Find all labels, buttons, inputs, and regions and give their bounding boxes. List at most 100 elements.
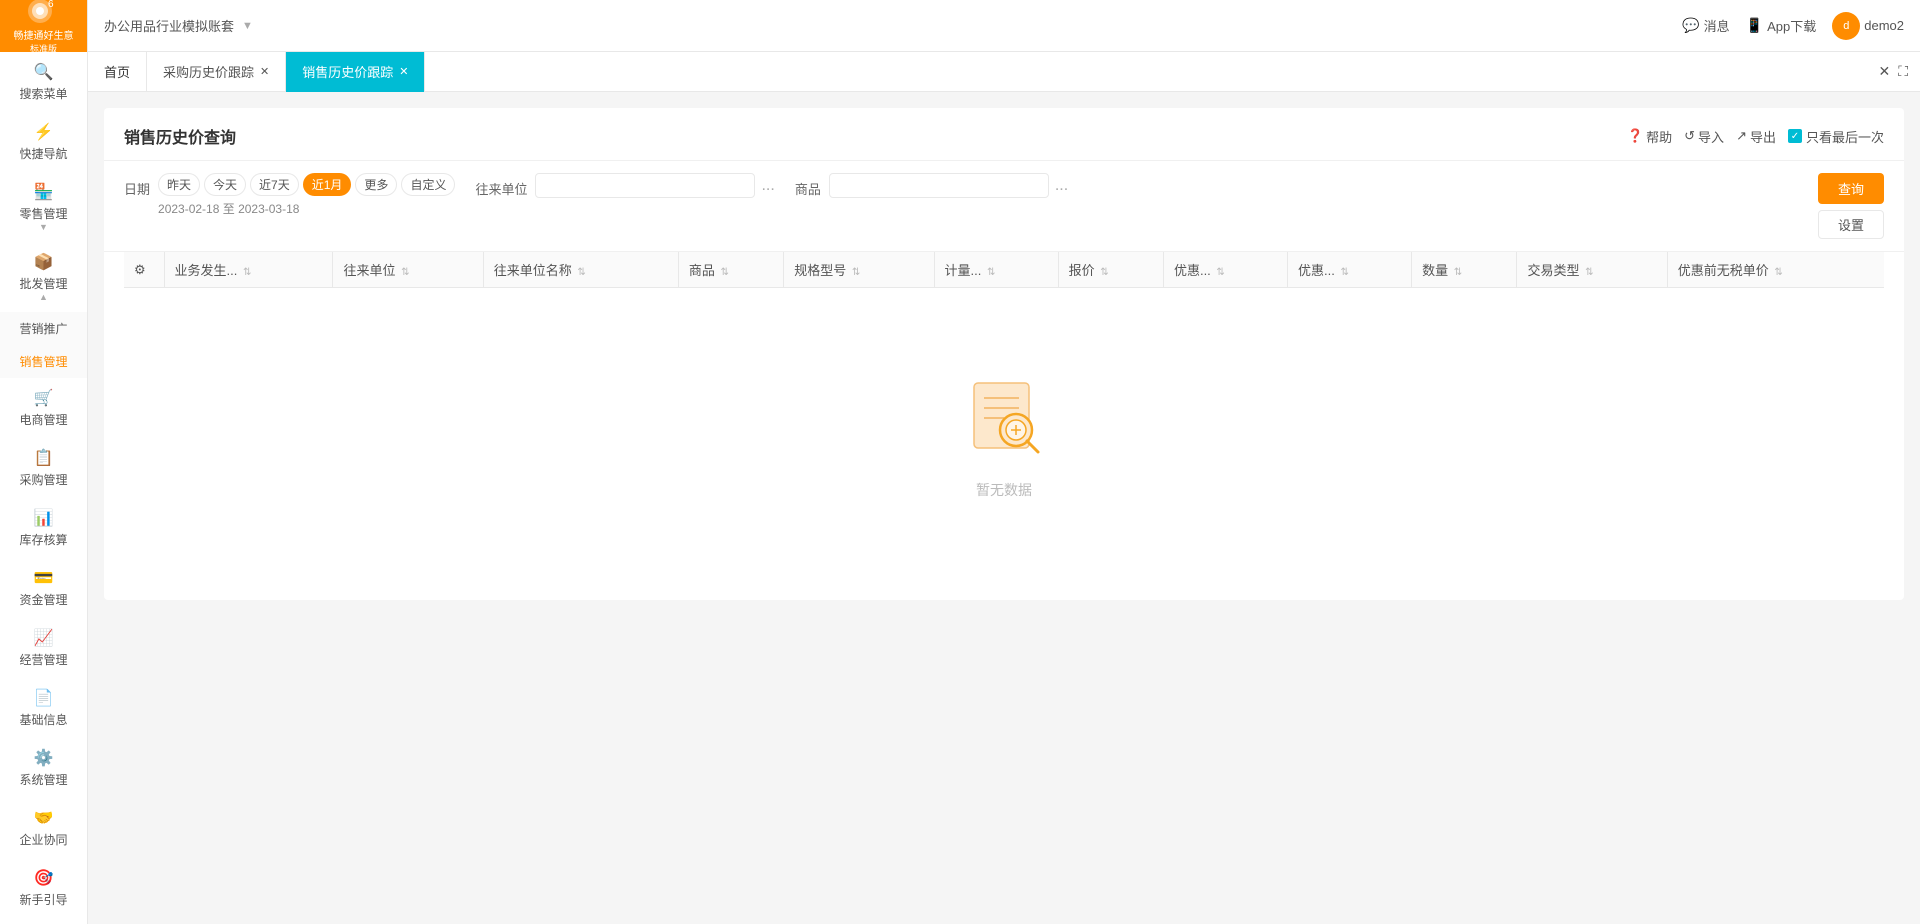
page-actions: ❓ 帮助 ↺ 导入 ↗ 导出 ✓ 只看最后一次 [1627,127,1884,146]
date-btn-more[interactable]: 更多 [355,173,397,196]
sidebar-item-shortcut[interactable]: ⚡ 快捷导航 [0,112,88,172]
query-button[interactable]: 查询 [1818,173,1884,204]
sidebar-label-finance: 资金管理 [19,591,67,608]
help-btn[interactable]: ❓ 帮助 [1627,127,1672,146]
topbar-dropdown-icon[interactable]: ▼ [242,20,253,32]
filter-partner-dots[interactable]: ... [761,177,774,195]
sidebar-sub-wholesale: 营销推广 销售管理 [0,312,88,378]
search-icon: 🔍 [34,62,54,82]
filter-partner-input[interactable] [535,173,755,198]
filter-goods-dots[interactable]: ... [1055,177,1068,195]
sidebar-item-ecommerce[interactable]: 🛒 电商管理 [0,378,88,438]
sort-icon-partner: ⇅ [401,267,409,278]
gear-icon: ⚙ [134,262,146,277]
table-col-discount-rate[interactable]: 优惠... ⇅ [1163,252,1287,288]
finance-icon: 💳 [34,568,54,588]
table-col-unit[interactable]: 计量... ⇅ [934,252,1058,288]
export-btn[interactable]: ↗ 导出 [1736,127,1776,146]
only-last-label: 只看最后一次 [1806,127,1884,146]
date-btn-yesterday[interactable]: 昨天 [158,173,200,196]
table-col-partner-code[interactable]: 往来单位 ⇅ [333,252,483,288]
basic-info-icon: 📄 [34,688,54,708]
sort-icon-price-notax: ⇅ [1774,267,1782,278]
table-col-quantity[interactable]: 数量 ⇅ [1412,252,1517,288]
tab-sales-price-close[interactable]: ✕ [399,65,408,78]
filter-goods-input[interactable] [829,173,1049,198]
import-label: 导入 [1698,127,1724,146]
sidebar-label-shortcut: 快捷导航 [19,145,67,162]
date-btn-today[interactable]: 今天 [204,173,246,196]
tab-sales-price[interactable]: 销售历史价跟踪 ✕ [286,52,425,92]
help-icon: ❓ [1627,128,1643,144]
tabbar-close-all-btn[interactable]: ✕ [1878,63,1890,80]
page-header: 销售历史价查询 ❓ 帮助 ↺ 导入 ↗ 导出 ✓ [104,108,1904,161]
sidebar-label-marketing: 营销推广 [19,320,67,337]
sidebar-item-system[interactable]: ⚙️ 系统管理 [0,738,88,798]
sidebar-label-wholesale: 批发管理 [19,275,67,292]
tabbar: 首页 采购历史价跟踪 ✕ 销售历史价跟踪 ✕ ✕ ⛶ [88,52,1920,92]
topbar-message-btn[interactable]: 💬 消息 [1682,16,1729,35]
avatar: d [1832,12,1860,40]
filter-area: 日期 昨天 今天 近7天 近1月 更多 自定义 2023-02-18 至 202… [104,161,1904,252]
table-col-spec[interactable]: 规格型号 ⇅ [784,252,934,288]
main-card: 销售历史价查询 ❓ 帮助 ↺ 导入 ↗ 导出 ✓ [104,108,1904,600]
topbar-user-btn[interactable]: d demo2 [1832,12,1904,40]
date-btn-7days[interactable]: 近7天 [250,173,299,196]
table-col-price[interactable]: 报价 ⇅ [1058,252,1163,288]
sidebar-item-guide[interactable]: 🎯 新手引导 [0,858,88,918]
tab-purchase-price-label: 采购历史价跟踪 [163,62,254,81]
tab-purchase-price-close[interactable]: ✕ [260,65,269,78]
sidebar-item-purchase[interactable]: 📋 采购管理 [0,438,88,498]
topbar-app-download-btn[interactable]: 📱 App下载 [1746,16,1817,35]
data-table: ⚙ 业务发生... ⇅ 往来单位 ⇅ 往来单位名称 [124,252,1884,288]
export-icon: ↗ [1736,128,1747,144]
table-header: ⚙ 业务发生... ⇅ 往来单位 ⇅ 往来单位名称 [124,252,1884,288]
tab-home-label: 首页 [104,62,130,81]
sort-icon-date: ⇅ [243,267,251,278]
tabbar-maximize-btn[interactable]: ⛶ [1898,63,1908,80]
sort-icon-spec: ⇅ [852,267,860,278]
sidebar-item-app-center[interactable]: 🔲 应用中心 [0,918,88,924]
filter-date-group: 日期 昨天 今天 近7天 近1月 更多 自定义 2023-02-18 至 202… [124,173,455,217]
settings-button[interactable]: 设置 [1818,210,1884,239]
filter-date-range: 2023-02-18 至 2023-03-18 [158,200,455,217]
sidebar-item-wholesale[interactable]: 📦 批发管理 ▲ [0,242,88,312]
table-col-goods[interactable]: 商品 ⇅ [678,252,783,288]
date-btn-custom[interactable]: 自定义 [401,173,455,196]
sidebar-item-search[interactable]: 🔍 搜索菜单 [0,52,88,112]
table-col-trade-type[interactable]: 交易类型 ⇅ [1517,252,1667,288]
sidebar-item-basic-info[interactable]: 📄 基础信息 [0,678,88,738]
empty-state: 暂无数据 [124,288,1884,580]
tab-home[interactable]: 首页 [88,52,147,92]
sidebar-item-marketing[interactable]: 营销推广 [0,312,88,345]
table-col-business-date[interactable]: 业务发生... ⇅ [164,252,333,288]
sort-icon-price: ⇅ [1100,267,1108,278]
table-col-discount-amount[interactable]: 优惠... ⇅ [1288,252,1412,288]
sidebar-item-finance[interactable]: 💳 资金管理 [0,558,88,618]
table-col-price-notax[interactable]: 优惠前无税单价 ⇅ [1667,252,1884,288]
only-last-checkbox[interactable]: ✓ 只看最后一次 [1788,127,1884,146]
svg-text:6: 6 [48,0,54,10]
filter-goods-group: 商品 ... [795,173,1068,198]
page-title: 销售历史价查询 [124,124,236,148]
sidebar-item-sales-mgmt[interactable]: 销售管理 [0,345,88,378]
tab-purchase-price[interactable]: 采购历史价跟踪 ✕ [147,52,286,92]
table-col-partner-name[interactable]: 往来单位名称 ⇅ [483,252,678,288]
table-col-gear[interactable]: ⚙ [124,252,164,288]
sidebar-label-guide: 新手引导 [19,891,67,908]
date-btn-1month[interactable]: 近1月 [303,173,352,196]
ecommerce-icon: 🛒 [34,388,54,408]
topbar-message-label: 消息 [1704,16,1730,35]
shortcut-icon: ⚡ [34,122,54,142]
topbar-left: 办公用品行业模拟账套 ▼ [104,16,253,35]
sidebar-item-collab[interactable]: 🤝 企业协同 [0,798,88,858]
sidebar-item-operations[interactable]: 📈 经营管理 [0,618,88,678]
empty-text: 暂无数据 [976,480,1032,500]
sort-icon-unit: ⇅ [987,267,995,278]
sort-icon-trade-type: ⇅ [1585,267,1593,278]
import-btn[interactable]: ↺ 导入 [1684,127,1724,146]
checkbox-teal-icon: ✓ [1788,129,1802,143]
main-area: 办公用品行业模拟账套 ▼ 💬 消息 📱 App下载 d demo2 首页 [88,0,1920,924]
sidebar-item-inventory[interactable]: 📊 库存核算 [0,498,88,558]
sidebar-item-retail[interactable]: 🏪 零售管理 ▼ [0,172,88,242]
